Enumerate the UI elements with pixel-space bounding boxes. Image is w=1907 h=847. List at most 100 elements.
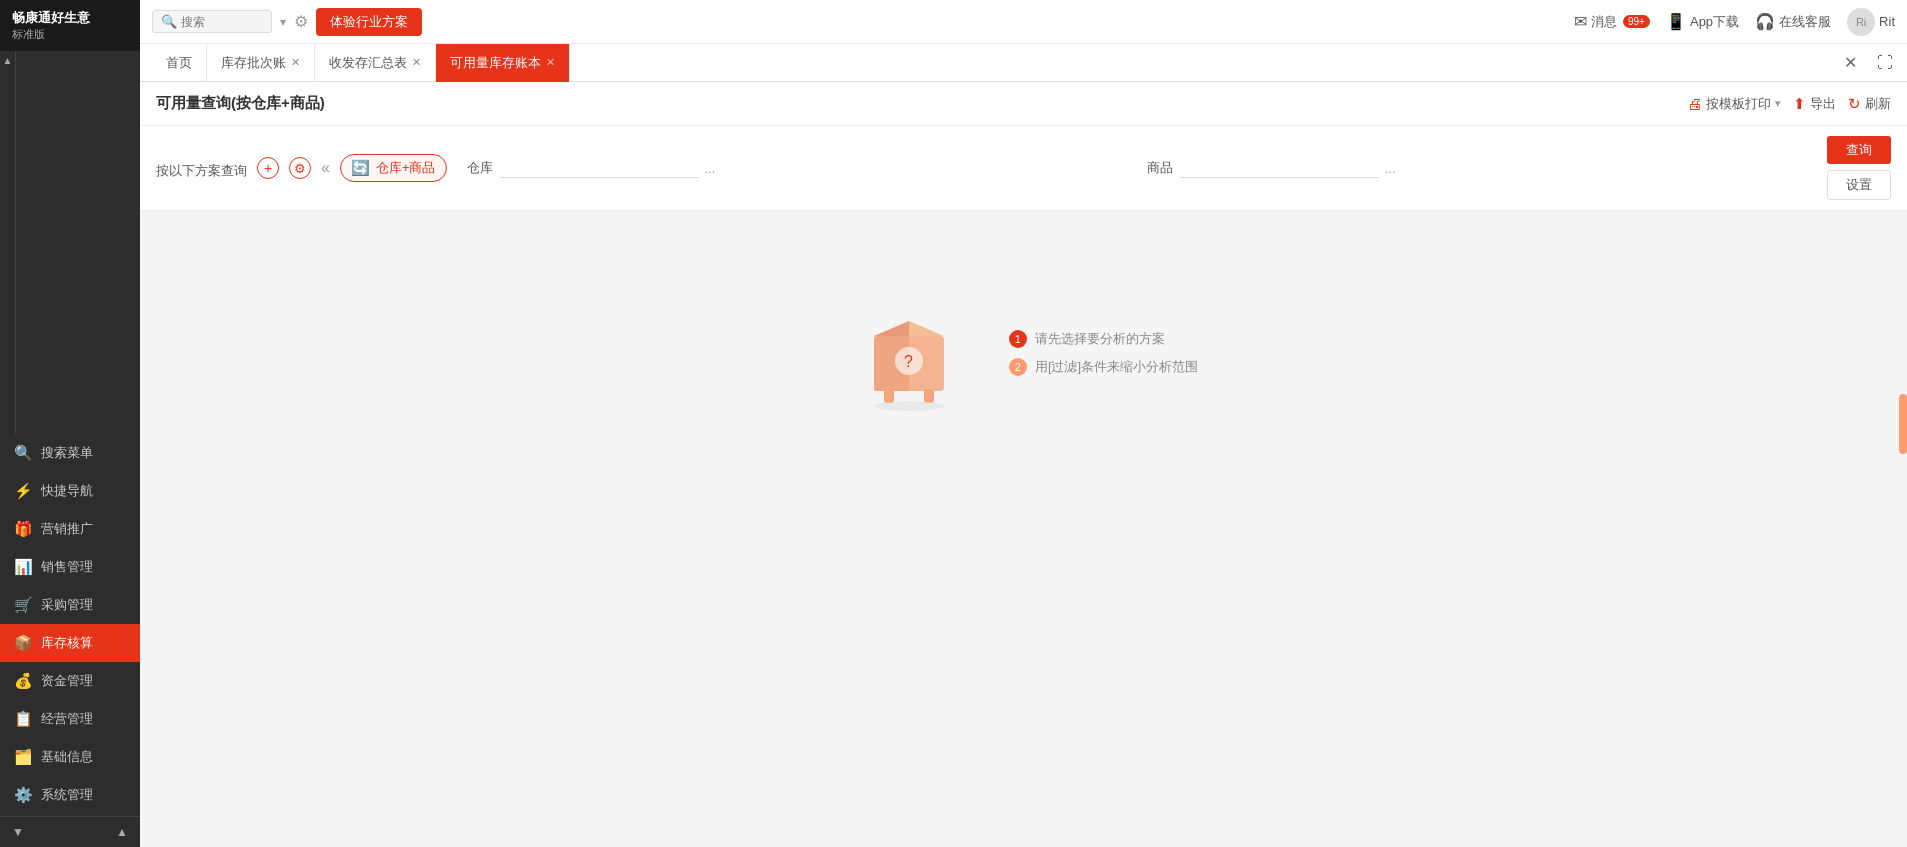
empty-tip-2: 2 用[过滤]条件来缩小分析范围 [1009, 358, 1198, 376]
export-label: 导出 [1810, 95, 1836, 113]
print-btn[interactable]: 🖨 按模板打印 ▾ [1687, 95, 1781, 113]
goods-more-icon[interactable]: ... [1385, 161, 1396, 176]
query-btn[interactable]: 查询 [1827, 136, 1891, 164]
filter-settings-btn[interactable]: ⚙ [289, 157, 311, 179]
sidebar-item-system[interactable]: ⚙️ 系统管理 [0, 776, 140, 814]
sidebar-item-shortcut[interactable]: ⚡ 快捷导航 [0, 472, 140, 510]
page-content: 可用量查询(按仓库+商品) 🖨 按模板打印 ▾ ⬆ 导出 ↻ 刷新 按以下方案 [140, 82, 1907, 847]
tip-text-2: 用[过滤]条件来缩小分析范围 [1035, 358, 1198, 376]
goods-label: 商品 [1147, 159, 1173, 177]
logo-sub: 标准版 [12, 27, 128, 41]
avatar-initials: Ri [1856, 16, 1866, 28]
topbar-search-box[interactable]: 🔍 [152, 10, 272, 33]
user-name: Rit [1879, 14, 1895, 29]
main-content: 🔍 ▾ ⚙ 体验行业方案 ✉ 消息 99+ 📱 App下载 🎧 在线客服 Ri [140, 0, 1907, 847]
sidebar-item-label: 库存核算 [41, 634, 93, 652]
sidebar-item-label: 经营管理 [41, 710, 93, 728]
topbar-gear-icon[interactable]: ⚙ [294, 12, 308, 31]
sidebar-item-search[interactable]: 🔍 搜索菜单 [0, 434, 140, 472]
tab-summary-label: 收发存汇总表 [329, 54, 407, 72]
refresh-btn[interactable]: ↻ 刷新 [1848, 95, 1891, 113]
search-icon: 🔍 [161, 14, 177, 29]
svg-point-8 [874, 401, 944, 411]
tip-text-1: 请先选择要分析的方案 [1035, 330, 1165, 348]
sidebar-logo: 畅康通好生意 标准版 [0, 0, 140, 51]
sidebar-item-label: 系统管理 [41, 786, 93, 804]
message-btn[interactable]: ✉ 消息 99+ [1574, 12, 1650, 31]
warehouse-more-icon[interactable]: ... [705, 161, 716, 176]
tab-expand-btn[interactable]: ⛶ [1871, 52, 1899, 74]
tab-summary-close[interactable]: ✕ [412, 56, 421, 69]
user-profile-btn[interactable]: Ri Rit [1847, 8, 1895, 36]
sidebar-item-label: 营销推广 [41, 520, 93, 538]
system-icon: ⚙️ [14, 786, 33, 804]
app-icon: 📱 [1666, 12, 1686, 31]
basics-icon: 🗂️ [14, 748, 33, 766]
tab-available[interactable]: 可用量库存账本 ✕ [436, 44, 570, 82]
filter-option-warehouse-goods[interactable]: 🔄 仓库+商品 [340, 154, 447, 182]
operation-icon: 📋 [14, 710, 33, 728]
customer-service-btn[interactable]: 🎧 在线客服 [1755, 12, 1831, 31]
sidebar-item-basics[interactable]: 🗂️ 基础信息 [0, 738, 140, 776]
tab-available-label: 可用量库存账本 [450, 54, 541, 72]
warehouse-label: 仓库 [467, 159, 493, 177]
message-badge: 99+ [1623, 15, 1650, 28]
page-header: 可用量查询(按仓库+商品) 🖨 按模板打印 ▾ ⬆ 导出 ↻ 刷新 [140, 82, 1907, 126]
industry-btn[interactable]: 体验行业方案 [316, 8, 422, 36]
goods-input[interactable] [1179, 158, 1379, 178]
sidebar-item-label: 基础信息 [41, 748, 93, 766]
filter-add-btn[interactable]: + [257, 157, 279, 179]
right-scrollbar[interactable] [1899, 394, 1907, 454]
topbar-chevron-icon[interactable]: ▾ [280, 15, 286, 29]
print-chevron: ▾ [1775, 97, 1781, 110]
scroll-up-arrow: ▲ [3, 55, 13, 66]
export-btn[interactable]: ⬆ 导出 [1793, 95, 1836, 113]
shortcut-icon: ⚡ [14, 482, 33, 500]
topbar: 🔍 ▾ ⚙ 体验行业方案 ✉ 消息 99+ 📱 App下载 🎧 在线客服 Ri [140, 0, 1907, 44]
warehouse-input[interactable] [499, 158, 699, 178]
sidebar-item-label: 采购管理 [41, 596, 93, 614]
inventory-icon: 📦 [14, 634, 33, 652]
refresh-label: 刷新 [1865, 95, 1891, 113]
tab-summary[interactable]: 收发存汇总表 ✕ [315, 44, 436, 82]
sidebar-scroll-up[interactable]: ▲ [0, 51, 16, 433]
sidebar-item-purchase[interactable]: 🛒 采购管理 [0, 586, 140, 624]
sidebar-expand-btn[interactable]: ▲ [116, 825, 128, 839]
search-input[interactable] [181, 15, 261, 29]
tab-batch-close[interactable]: ✕ [291, 56, 300, 69]
logo-title: 畅康通好生意 [12, 10, 128, 27]
page-header-actions: 🖨 按模板打印 ▾ ⬆ 导出 ↻ 刷新 [1687, 95, 1891, 113]
tip-num-2: 2 [1009, 358, 1027, 376]
app-download-btn[interactable]: 📱 App下载 [1666, 12, 1739, 31]
print-icon: 🖨 [1687, 95, 1702, 112]
sidebar-nav: 🔍 搜索菜单 ⚡ 快捷导航 🎁 营销推广 📊 销售管理 🛒 采购管理 📦 库存核… [0, 434, 140, 816]
sidebar-item-label: 资金管理 [41, 672, 93, 690]
search-icon: 🔍 [14, 444, 33, 462]
sidebar-scroll-down-btn[interactable]: ▼ [12, 825, 24, 839]
sidebar: 畅康通好生意 标准版 ▲ 🔍 搜索菜单 ⚡ 快捷导航 🎁 营销推广 📊 销售管理… [0, 0, 140, 847]
sidebar-item-inventory[interactable]: 📦 库存核算 [0, 624, 140, 662]
query-fields: 🔄 仓库+商品 仓库 ... 商品 ... [340, 136, 1891, 200]
empty-state-content: ? 1 请先选择要分析的方案 2 用[过滤]条件来 [849, 291, 1198, 414]
sidebar-item-sales[interactable]: 📊 销售管理 [0, 548, 140, 586]
option-icon: 🔄 [351, 159, 370, 177]
sidebar-item-finance[interactable]: 💰 资金管理 [0, 662, 140, 700]
tab-home[interactable]: 首页 [152, 44, 207, 82]
svg-rect-7 [924, 389, 934, 403]
filter-area: 按以下方案查询 + ⚙ « 🔄 仓库+商品 仓库 ... [140, 126, 1907, 211]
empty-illustration: ? [849, 291, 969, 414]
tab-available-close[interactable]: ✕ [546, 56, 555, 69]
page-title: 可用量查询(按仓库+商品) [156, 94, 325, 113]
empty-tip-1: 1 请先选择要分析的方案 [1009, 330, 1198, 348]
filter-option-label: 仓库+商品 [376, 159, 436, 177]
sidebar-item-operation[interactable]: 📋 经营管理 [0, 700, 140, 738]
service-label: 在线客服 [1779, 13, 1831, 31]
avatar: Ri [1847, 8, 1875, 36]
sidebar-item-marketing[interactable]: 🎁 营销推广 [0, 510, 140, 548]
settings-btn[interactable]: 设置 [1827, 170, 1891, 200]
tab-batch-label: 库存批次账 [221, 54, 286, 72]
app-label: App下载 [1690, 13, 1739, 31]
filter-collapse-btn[interactable]: « [321, 159, 330, 177]
tab-close-btn[interactable]: ✕ [1838, 51, 1863, 74]
tab-batch[interactable]: 库存批次账 ✕ [207, 44, 315, 82]
